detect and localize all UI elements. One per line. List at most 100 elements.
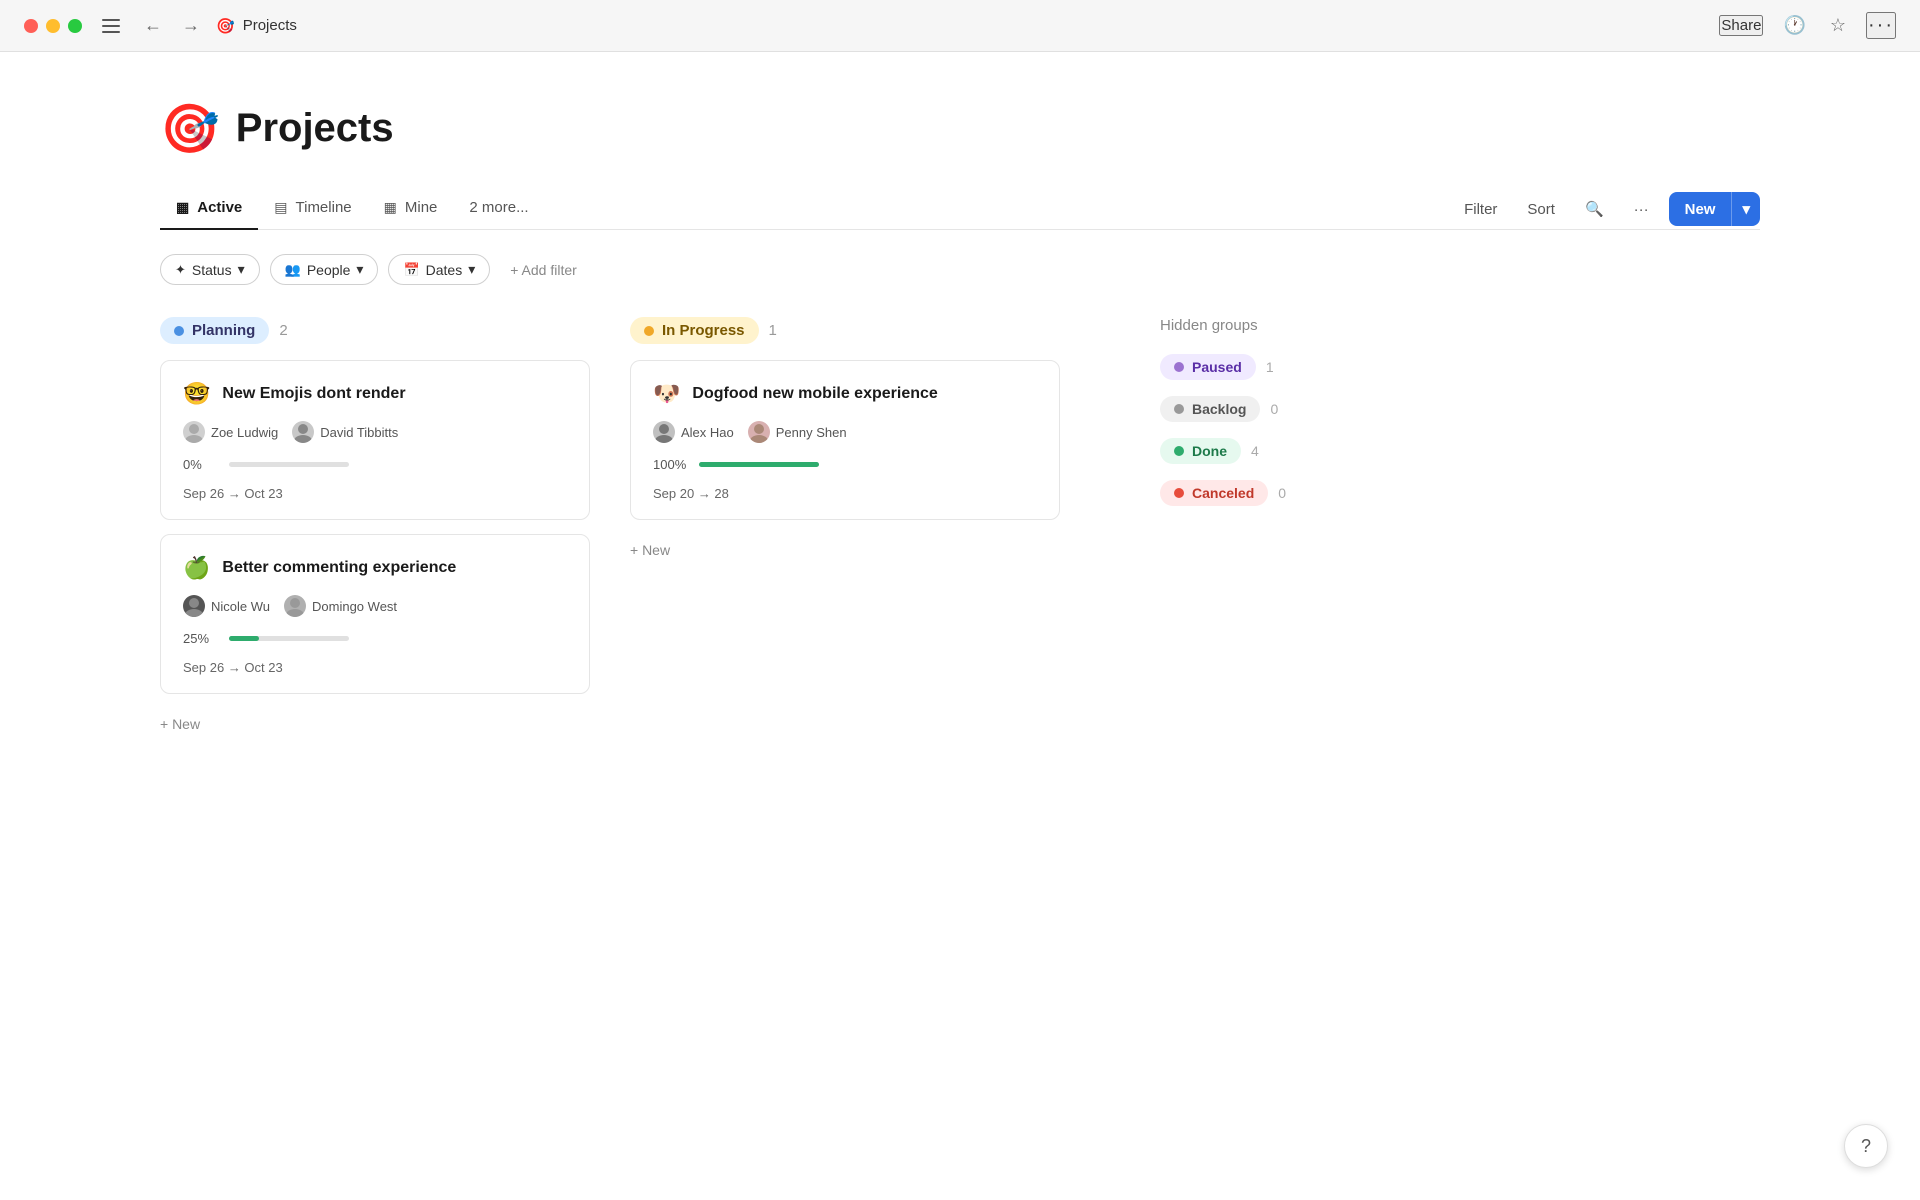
person-penny-name: Penny Shen (776, 425, 847, 440)
tab-mine[interactable]: ▦ Mine (368, 189, 454, 230)
tab-mine-icon: ▦ (384, 199, 397, 216)
avatar-zoe (183, 421, 205, 443)
card-dogfood: 🐶 Dogfood new mobile experience Alex Hao (630, 360, 1060, 520)
canceled-badge[interactable]: Canceled (1160, 480, 1268, 506)
hidden-groups-panel: Hidden groups Paused 1 Backlog 0 Done (1160, 317, 1380, 522)
card-commenting-progress: 25% (183, 631, 567, 646)
add-filter-button[interactable]: + Add filter (500, 256, 587, 284)
traffic-light-green[interactable] (68, 19, 82, 33)
person-domingo-name: Domingo West (312, 599, 397, 614)
progress-pct-0: 0% (183, 457, 217, 472)
filter-button[interactable]: Filter (1454, 195, 1507, 224)
canceled-label: Canceled (1192, 485, 1254, 501)
titlebar-right: Share 🕐 ☆ ··· (1719, 11, 1896, 40)
backlog-badge[interactable]: Backlog (1160, 396, 1260, 422)
card-dogfood-icon: 🐶 (653, 381, 680, 407)
planning-dot (174, 326, 184, 336)
canceled-dot (1174, 488, 1184, 498)
card-new-emojis-title: New Emojis dont render (222, 385, 405, 403)
progress-bar-bg-25 (229, 636, 349, 641)
card-new-emojis-icon: 🤓 (183, 381, 210, 407)
forward-button[interactable]: → (178, 11, 204, 40)
card-new-emojis-title-row: 🤓 New Emojis dont render (183, 381, 567, 407)
person-david-name: David Tibbitts (320, 425, 398, 440)
filters-row: ✦ Status ▾ 👥 People ▾ 📅 Dates ▾ + Add fi… (160, 254, 1760, 285)
tab-timeline[interactable]: ▤ Timeline (258, 189, 367, 230)
paused-count: 1 (1266, 359, 1274, 375)
column-planning-header: Planning 2 (160, 317, 590, 344)
status-filter-icon: ✦ (175, 262, 186, 278)
dates-filter-label: Dates (426, 262, 463, 278)
progress-bar-fill-25 (229, 636, 259, 641)
card-new-emojis-people: Zoe Ludwig David Tibbitts (183, 421, 567, 443)
inprogress-badge: In Progress (630, 317, 759, 344)
hidden-group-canceled: Canceled 0 (1160, 480, 1380, 506)
back-button[interactable]: ← (140, 11, 166, 40)
backlog-dot (1174, 404, 1184, 414)
card-new-emojis-progress: 0% (183, 457, 567, 472)
titlebar: ← → 🎯 Projects Share 🕐 ☆ ··· (0, 0, 1920, 52)
paused-label: Paused (1192, 359, 1242, 375)
planning-new-button[interactable]: + New (160, 708, 200, 740)
traffic-light-yellow[interactable] (46, 19, 60, 33)
tab-timeline-icon: ▤ (274, 199, 287, 216)
share-button[interactable]: Share (1719, 15, 1763, 36)
card-commenting-title-row: 🍏 Better commenting experience (183, 555, 567, 581)
star-button[interactable]: ☆ (1826, 11, 1850, 40)
tab-active[interactable]: ▦ Active (160, 189, 258, 230)
person-zoe-name: Zoe Ludwig (211, 425, 278, 440)
progress-bar-fill-100 (699, 462, 819, 467)
done-badge[interactable]: Done (1160, 438, 1241, 464)
sort-button[interactable]: Sort (1517, 195, 1565, 224)
people-filter-button[interactable]: 👥 People ▾ (270, 254, 379, 285)
tab-more-label: 2 more... (469, 199, 528, 216)
card-dogfood-title: Dogfood new mobile experience (692, 385, 937, 403)
avatar-alex (653, 421, 675, 443)
hamburger-icon (98, 15, 124, 37)
avatar-nicole (183, 595, 205, 617)
hidden-group-backlog: Backlog 0 (1160, 396, 1380, 422)
more-options-button[interactable]: ··· (1866, 12, 1896, 39)
planning-count: 2 (279, 322, 287, 339)
dates-filter-chevron: ▾ (468, 261, 475, 278)
status-filter-button[interactable]: ✦ Status ▾ (160, 254, 260, 285)
card-dogfood-people: Alex Hao Penny Shen (653, 421, 1037, 443)
inprogress-badge-label: In Progress (662, 322, 745, 339)
person-nicole: Nicole Wu (183, 595, 270, 617)
tab-timeline-label: Timeline (296, 199, 352, 216)
tab-more[interactable]: 2 more... (453, 189, 544, 230)
tab-active-icon: ▦ (176, 199, 189, 216)
new-button-arrow[interactable]: ▾ (1731, 192, 1760, 226)
status-filter-chevron: ▾ (238, 261, 245, 278)
inprogress-new-button[interactable]: + New (630, 534, 670, 566)
paused-badge[interactable]: Paused (1160, 354, 1256, 380)
traffic-lights (24, 19, 82, 33)
board: Planning 2 🤓 New Emojis dont render Zoe … (160, 317, 1760, 740)
card-commenting-dates: Sep 26 → Oct 23 (183, 660, 567, 675)
help-button[interactable]: ? (1844, 1124, 1888, 1168)
canceled-count: 0 (1278, 485, 1286, 501)
toolbar-more-button[interactable]: ··· (1624, 195, 1659, 224)
dates-filter-button[interactable]: 📅 Dates ▾ (388, 254, 490, 285)
search-button[interactable]: 🔍 (1575, 194, 1614, 224)
progress-pct-100: 100% (653, 457, 687, 472)
person-alex: Alex Hao (653, 421, 734, 443)
page: 🎯 Projects ▦ Active ▤ Timeline ▦ Mine 2 … (0, 52, 1920, 800)
person-alex-name: Alex Hao (681, 425, 734, 440)
progress-bar-bg-100 (699, 462, 819, 467)
tab-mine-label: Mine (405, 199, 438, 216)
history-button[interactable]: 🕐 (1779, 11, 1809, 40)
avatar-domingo (284, 595, 306, 617)
people-filter-chevron: ▾ (356, 261, 363, 278)
page-icon: 🎯 (160, 100, 220, 157)
planning-badge: Planning (160, 317, 269, 344)
avatar-penny (748, 421, 770, 443)
person-zoe: Zoe Ludwig (183, 421, 278, 443)
column-planning: Planning 2 🤓 New Emojis dont render Zoe … (160, 317, 590, 740)
person-penny: Penny Shen (748, 421, 847, 443)
hamburger-button[interactable] (94, 11, 128, 41)
new-button[interactable]: New ▾ (1669, 192, 1760, 226)
card-new-emojis-dates: Sep 26 → Oct 23 (183, 486, 567, 501)
new-button-label: New (1669, 193, 1732, 226)
traffic-light-red[interactable] (24, 19, 38, 33)
